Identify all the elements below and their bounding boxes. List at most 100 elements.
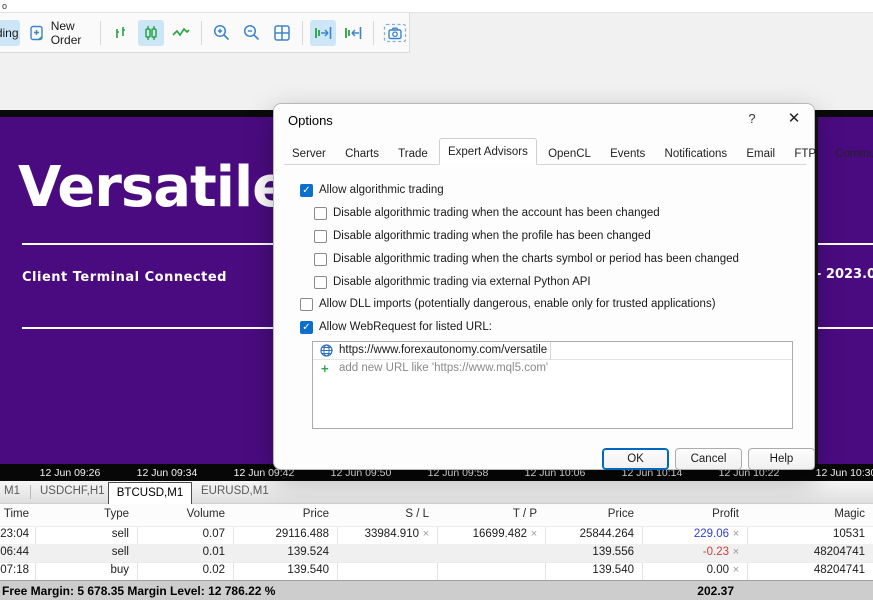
tab-trade[interactable]: Trade (390, 142, 436, 166)
col-header-sl[interactable]: S / L (337, 504, 437, 526)
checkbox-unchecked-icon[interactable] (300, 297, 313, 311)
chart-right-edge (815, 117, 818, 464)
url-list-divider (550, 342, 551, 360)
cell-sl: 33984.910 × (337, 526, 437, 544)
tab-community[interactable]: Community (827, 142, 873, 166)
ok-button[interactable]: OK (602, 448, 669, 470)
col-header-profit[interactable]: Profit (642, 504, 747, 526)
zoom-out-button[interactable] (239, 20, 265, 46)
dialog-close-icon[interactable]: ✕ (782, 109, 806, 129)
cell-price-current: 139.540 (592, 564, 634, 576)
table-row[interactable]: 6:06:44 sell 0.01 139.524 139.556 -0.23×… (0, 544, 873, 562)
chart-tab-usdchf[interactable]: USDCHF,H1 (40, 485, 105, 497)
tab-server[interactable]: Server (284, 142, 334, 166)
auto-scroll-button[interactable] (340, 20, 366, 46)
checkbox-disable-on-symbol-change[interactable]: Disable algorithmic trading when the cha… (314, 252, 739, 266)
checkbox-allow-dll-imports[interactable]: Allow DLL imports (potentially dangerous… (300, 297, 716, 311)
tab-notifications[interactable]: Notifications (657, 142, 736, 166)
col-header-type[interactable]: Type (35, 504, 137, 526)
checkbox-allow-webrequest[interactable]: ✓ Allow WebRequest for listed URL: (300, 320, 492, 334)
webrequest-url-list[interactable]: https://www.forexautonomy.com/versatile … (312, 341, 793, 429)
checkbox-disable-on-account-change[interactable]: Disable algorithmic trading when the acc… (314, 206, 660, 220)
chart-tab-m1[interactable]: M1 (4, 485, 20, 497)
zoom-in-icon (212, 23, 231, 42)
chart-tab-btcusd-active[interactable]: BTCUSD,M1 (108, 482, 192, 504)
remove-sl-icon[interactable]: × (419, 528, 433, 540)
cell-type: sell (111, 528, 129, 540)
cell-magic: 48204741 (813, 564, 865, 576)
col-header-price[interactable]: Price (233, 504, 337, 526)
col-header-tp[interactable]: T / P (437, 504, 545, 526)
close-position-icon[interactable]: × (729, 564, 743, 576)
new-order-button[interactable]: New Order (24, 19, 93, 47)
url-list-item[interactable]: https://www.forexautonomy.com/versatile (313, 342, 792, 360)
tab-opencl[interactable]: OpenCL (540, 142, 599, 166)
toolbar-separator (99, 20, 101, 45)
dialog-help-icon[interactable]: ? (742, 111, 762, 129)
cell-volume: 0.02 (202, 564, 225, 576)
zoom-out-icon (242, 23, 261, 42)
checkbox-disable-on-profile-change[interactable]: Disable algorithmic trading when the pro… (314, 229, 651, 243)
add-url-row[interactable]: + add new URL like 'https://www.mql5.com… (313, 360, 792, 378)
checkbox-unchecked-icon[interactable] (314, 252, 327, 266)
line-chart-button[interactable] (168, 20, 194, 46)
cell-tp: 16699.482 × (437, 526, 545, 544)
toolbar: ading New Order (0, 13, 410, 53)
tab-email[interactable]: Email (738, 142, 783, 166)
cell-type: sell (111, 546, 129, 558)
candlestick-chart-button[interactable] (137, 19, 164, 46)
toolbar-separator (200, 20, 202, 45)
close-position-icon[interactable]: × (729, 528, 743, 540)
checkbox-unchecked-icon[interactable] (314, 275, 327, 289)
remove-tp-icon[interactable]: × (527, 528, 541, 540)
table-row[interactable]: 6:07:18 buy 0.02 139.540 139.540 0.00× 4… (0, 562, 873, 580)
cell-profit: 229.06 × (642, 526, 747, 544)
bar-chart-button[interactable] (108, 20, 134, 46)
toolbar-separator (373, 20, 375, 45)
chart-period-text: - 2023.06 (816, 267, 873, 282)
cell-time: 6:07:18 (0, 564, 29, 576)
chart-tab-eurusd[interactable]: EURUSD,M1 (201, 485, 269, 497)
cell-tp (437, 562, 545, 580)
cell-profit: 0.00 × (642, 562, 747, 580)
help-button[interactable]: Help (748, 448, 815, 470)
cell-volume: 0.01 (202, 546, 225, 558)
status-bar: Free Margin: 5 678.35 Margin Level: 12 7… (0, 580, 873, 600)
checkbox-label: Disable algorithmic trading via external… (333, 276, 591, 288)
zoom-in-button[interactable] (209, 20, 235, 46)
close-position-icon[interactable]: × (729, 546, 743, 558)
cell-time: 2:23:04 (0, 528, 29, 540)
time-axis-label: 12 Jun 09:34 (136, 467, 198, 479)
tab-events[interactable]: Events (602, 142, 653, 166)
cancel-button[interactable]: Cancel (675, 448, 742, 470)
cell-profit: -0.23 × (642, 544, 747, 562)
screenshot-button[interactable] (381, 20, 409, 46)
grid-button[interactable] (269, 20, 295, 46)
checkbox-unchecked-icon[interactable] (314, 206, 327, 220)
checkbox-label: Allow WebRequest for listed URL: (319, 321, 492, 333)
algo-trading-button[interactable]: ading (0, 19, 20, 46)
cell-magic: 10531 (833, 528, 865, 540)
tab-charts[interactable]: Charts (337, 142, 387, 166)
checkbox-checked-icon[interactable]: ✓ (300, 320, 313, 334)
col-header-time[interactable]: Time (0, 504, 35, 526)
col-header-magic[interactable]: Magic (747, 504, 873, 526)
cell-price: 139.524 (287, 546, 329, 558)
checkbox-unchecked-icon[interactable] (314, 229, 327, 243)
algo-trading-label: ading (0, 25, 19, 40)
tab-ftp[interactable]: FTP (786, 142, 824, 166)
table-row[interactable]: 2:23:04 sell 0.07 29116.488 33984.910× 1… (0, 526, 873, 544)
free-margin-text: Free Margin: 5 678.35 Margin Level: 12 7… (2, 584, 276, 598)
cell-price: 139.540 (287, 564, 329, 576)
add-url-icon: + (321, 361, 329, 376)
checkbox-allow-algo-trading[interactable]: ✓ Allow algorithmic trading (300, 183, 444, 197)
col-header-price2[interactable]: Price (545, 504, 642, 526)
checkbox-label: Allow algorithmic trading (319, 184, 444, 196)
tab-expert-advisors[interactable]: Expert Advisors (438, 138, 537, 165)
checkbox-checked-icon[interactable]: ✓ (300, 183, 313, 197)
cell-sl (337, 562, 437, 580)
time-axis-label: 12 Jun 09:26 (39, 467, 101, 479)
checkbox-disable-via-python-api[interactable]: Disable algorithmic trading via external… (314, 275, 591, 289)
col-header-volume[interactable]: Volume (137, 504, 233, 526)
chart-shift-button[interactable] (309, 19, 337, 46)
